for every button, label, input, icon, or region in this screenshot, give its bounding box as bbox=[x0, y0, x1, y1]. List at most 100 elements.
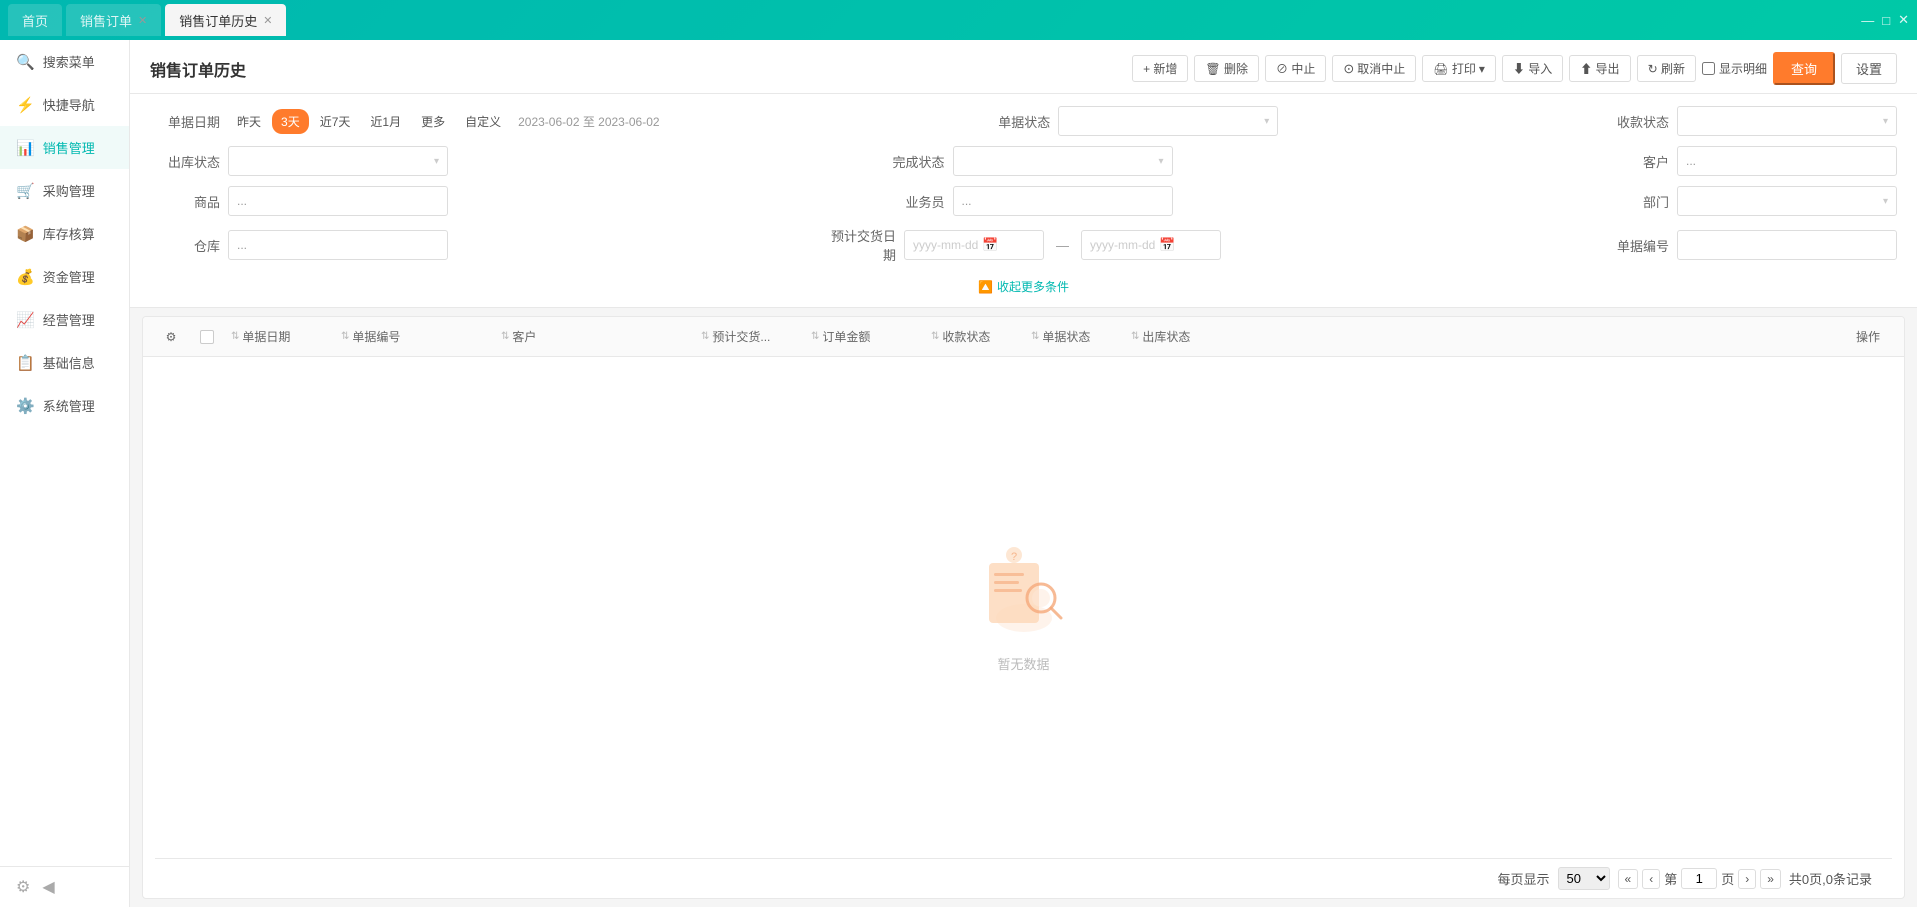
date-btn-3days[interactable]: 3天 bbox=[272, 109, 309, 134]
new-button[interactable]: + 新增 bbox=[1132, 55, 1188, 82]
per-page-select[interactable]: 50 10 20 100 bbox=[1558, 867, 1610, 890]
th-order-no[interactable]: ⇅ 单据编号 bbox=[333, 328, 493, 345]
delivery-start-text: yyyy-mm-dd bbox=[913, 238, 978, 252]
tab-sales-order-close[interactable]: ✕ bbox=[138, 14, 147, 27]
filter-row-3: 商品 ... 业务员 ... 部门 ▾ bbox=[150, 186, 1897, 216]
tab-home[interactable]: 首页 bbox=[8, 4, 62, 36]
th-date-label: 单据日期 bbox=[242, 328, 290, 345]
window-controls: — □ ✕ bbox=[1861, 12, 1909, 28]
th-customer[interactable]: ⇅ 客户 bbox=[493, 328, 693, 345]
out-status-label: 出库状态 bbox=[150, 152, 220, 171]
display-detail-toggle[interactable]: 显示明细 bbox=[1702, 60, 1767, 77]
refresh-button[interactable]: ↻ 刷新 bbox=[1637, 55, 1696, 82]
page-nav: « ‹ 第 页 › » bbox=[1618, 868, 1781, 889]
cancel-stop-button[interactable]: ⊙ 取消中止 bbox=[1332, 55, 1416, 82]
salesman-input[interactable]: ... bbox=[953, 186, 1173, 216]
tab-sales-order[interactable]: 销售订单 ✕ bbox=[66, 4, 161, 36]
complete-status-arrow: ▾ bbox=[1158, 156, 1163, 167]
warehouse-label: 仓库 bbox=[150, 236, 220, 255]
maximize-btn[interactable]: □ bbox=[1882, 13, 1890, 28]
calendar-start-icon: 📅 bbox=[982, 237, 998, 253]
prev-page-btn[interactable]: ‹ bbox=[1642, 869, 1660, 889]
goods-label: 商品 bbox=[150, 192, 220, 211]
close-btn[interactable]: ✕ bbox=[1898, 12, 1909, 28]
sidebar-settings-icon[interactable]: ⚙ bbox=[16, 877, 30, 897]
bill-status-select[interactable]: ▾ bbox=[1058, 106, 1278, 136]
warehouse-input[interactable]: ... bbox=[228, 230, 448, 260]
sidebar-bottom: ⚙ ◀ bbox=[0, 866, 129, 907]
date-range-text: 2023-06-02 至 2023-06-02 bbox=[518, 113, 659, 130]
delivery-date-start[interactable]: yyyy-mm-dd 📅 bbox=[904, 230, 1044, 260]
complete-status-select[interactable]: ▾ bbox=[953, 146, 1173, 176]
sidebar-item-system[interactable]: ⚙️ 系统管理 bbox=[0, 384, 129, 427]
svg-text:?: ? bbox=[1011, 551, 1017, 563]
next-page-btn[interactable]: › bbox=[1738, 869, 1756, 889]
sidebar-item-capital[interactable]: 💰 资金管理 bbox=[0, 255, 129, 298]
query-button[interactable]: 查询 bbox=[1773, 52, 1835, 85]
th-receive[interactable]: ⇅ 收款状态 bbox=[923, 328, 1023, 345]
toolbar: + 新增 🗑 删除 ⊘ 中止 ⊙ 取消中止 🖨 打印 ▾ ⬇ 导入 bbox=[1132, 52, 1897, 85]
receive-status-label: 收款状态 bbox=[1599, 112, 1669, 131]
minimize-btn[interactable]: — bbox=[1861, 13, 1874, 28]
collapse-row[interactable]: 🔼 收起更多条件 bbox=[150, 274, 1897, 295]
filter-area: 单据日期 昨天 3天 近7天 近1月 更多 自定义 2023-06-02 至 2… bbox=[130, 94, 1917, 308]
sidebar-item-base-info[interactable]: 📋 基础信息 bbox=[0, 341, 129, 384]
setting-button[interactable]: 设置 bbox=[1841, 53, 1897, 84]
search-menu-icon: 🔍 bbox=[16, 53, 35, 71]
calendar-end-icon: 📅 bbox=[1159, 237, 1175, 253]
receive-status-select[interactable]: ▾ bbox=[1677, 106, 1897, 136]
empty-illustration: ? bbox=[969, 543, 1079, 638]
check-all-checkbox[interactable] bbox=[200, 330, 214, 344]
th-check[interactable] bbox=[191, 330, 223, 344]
print-dropdown-icon[interactable]: ▾ bbox=[1479, 62, 1485, 76]
sidebar-collapse-icon[interactable]: ◀ bbox=[42, 877, 54, 897]
print-button-label: 🖨 打印 bbox=[1433, 60, 1476, 77]
out-status-select[interactable]: ▾ bbox=[228, 146, 448, 176]
date-btn-7days[interactable]: 近7天 bbox=[311, 109, 360, 134]
tab-sales-order-history[interactable]: 销售订单历史 ✕ bbox=[165, 4, 286, 36]
empty-state: ? 暂无数据 bbox=[969, 543, 1079, 673]
filter-row-2: 出库状态 ▾ 完成状态 ▾ 客户 ... bbox=[150, 146, 1897, 176]
bill-no-input[interactable] bbox=[1677, 230, 1897, 260]
table-area: ⚙ ⇅ 单据日期 ⇅ 单据编号 ⇅ 客户 ⇅ bbox=[142, 316, 1905, 899]
complete-status-label: 完成状态 bbox=[875, 152, 945, 171]
th-delivery[interactable]: ⇅ 预计交货... bbox=[693, 328, 803, 345]
stop-button[interactable]: ⊘ 中止 bbox=[1265, 55, 1326, 82]
out-status-arrow: ▾ bbox=[434, 156, 439, 167]
tab-sales-order-history-close[interactable]: ✕ bbox=[263, 14, 272, 27]
dept-select[interactable]: ▾ bbox=[1677, 186, 1897, 216]
sidebar-item-inventory[interactable]: 📦 库存核算 bbox=[0, 212, 129, 255]
last-page-btn[interactable]: » bbox=[1760, 869, 1781, 889]
sidebar-item-operations[interactable]: 📈 经营管理 bbox=[0, 298, 129, 341]
date-btn-custom[interactable]: 自定义 bbox=[456, 109, 510, 134]
th-settings[interactable]: ⚙ bbox=[151, 330, 191, 344]
date-btn-more[interactable]: 更多 bbox=[412, 109, 454, 134]
display-detail-checkbox[interactable] bbox=[1702, 62, 1715, 75]
page-input[interactable] bbox=[1681, 868, 1717, 889]
sidebar-item-purchase-mgmt[interactable]: 🛒 采购管理 bbox=[0, 169, 129, 212]
sidebar-item-search-menu[interactable]: 🔍 搜索菜单 bbox=[0, 40, 129, 83]
content-area: 销售订单历史 + 新增 🗑 删除 ⊘ 中止 ⊙ 取消中止 🖨 打印 ▾ bbox=[130, 40, 1917, 907]
customer-input[interactable]: ... bbox=[1677, 146, 1897, 176]
th-bill-status[interactable]: ⇅ 单据状态 bbox=[1023, 328, 1123, 345]
import-button[interactable]: ⬇ 导入 bbox=[1502, 55, 1563, 82]
th-date[interactable]: ⇅ 单据日期 bbox=[223, 328, 333, 345]
bill-date-label: 单据日期 bbox=[150, 112, 220, 131]
date-btn-yesterday[interactable]: 昨天 bbox=[228, 109, 270, 134]
sidebar-item-quick-nav[interactable]: ⚡ 快捷导航 bbox=[0, 83, 129, 126]
goods-input[interactable]: ... bbox=[228, 186, 448, 216]
delete-button[interactable]: 🗑 删除 bbox=[1194, 55, 1259, 82]
page-header: 销售订单历史 + 新增 🗑 删除 ⊘ 中止 ⊙ 取消中止 🖨 打印 ▾ bbox=[130, 40, 1917, 94]
customer-dots: ... bbox=[1686, 154, 1696, 168]
print-button[interactable]: 🖨 打印 ▾ bbox=[1422, 55, 1496, 82]
date-btn-1month[interactable]: 近1月 bbox=[361, 109, 410, 134]
delivery-date-end[interactable]: yyyy-mm-dd 📅 bbox=[1081, 230, 1221, 260]
first-page-btn[interactable]: « bbox=[1618, 869, 1639, 889]
export-button[interactable]: ⬆ 导出 bbox=[1569, 55, 1630, 82]
sidebar-item-sales-mgmt[interactable]: 📊 销售管理 bbox=[0, 126, 129, 169]
th-amount[interactable]: ⇅ 订单金额 bbox=[803, 328, 923, 345]
sidebar: 🔍 搜索菜单 ⚡ 快捷导航 📊 销售管理 🛒 采购管理 📦 库存核算 💰 资金管… bbox=[0, 40, 130, 907]
th-customer-label: 客户 bbox=[512, 328, 536, 345]
th-stock-status[interactable]: ⇅ 出库状态 bbox=[1123, 328, 1223, 345]
export-button-label: ⬆ 导出 bbox=[1580, 60, 1619, 77]
